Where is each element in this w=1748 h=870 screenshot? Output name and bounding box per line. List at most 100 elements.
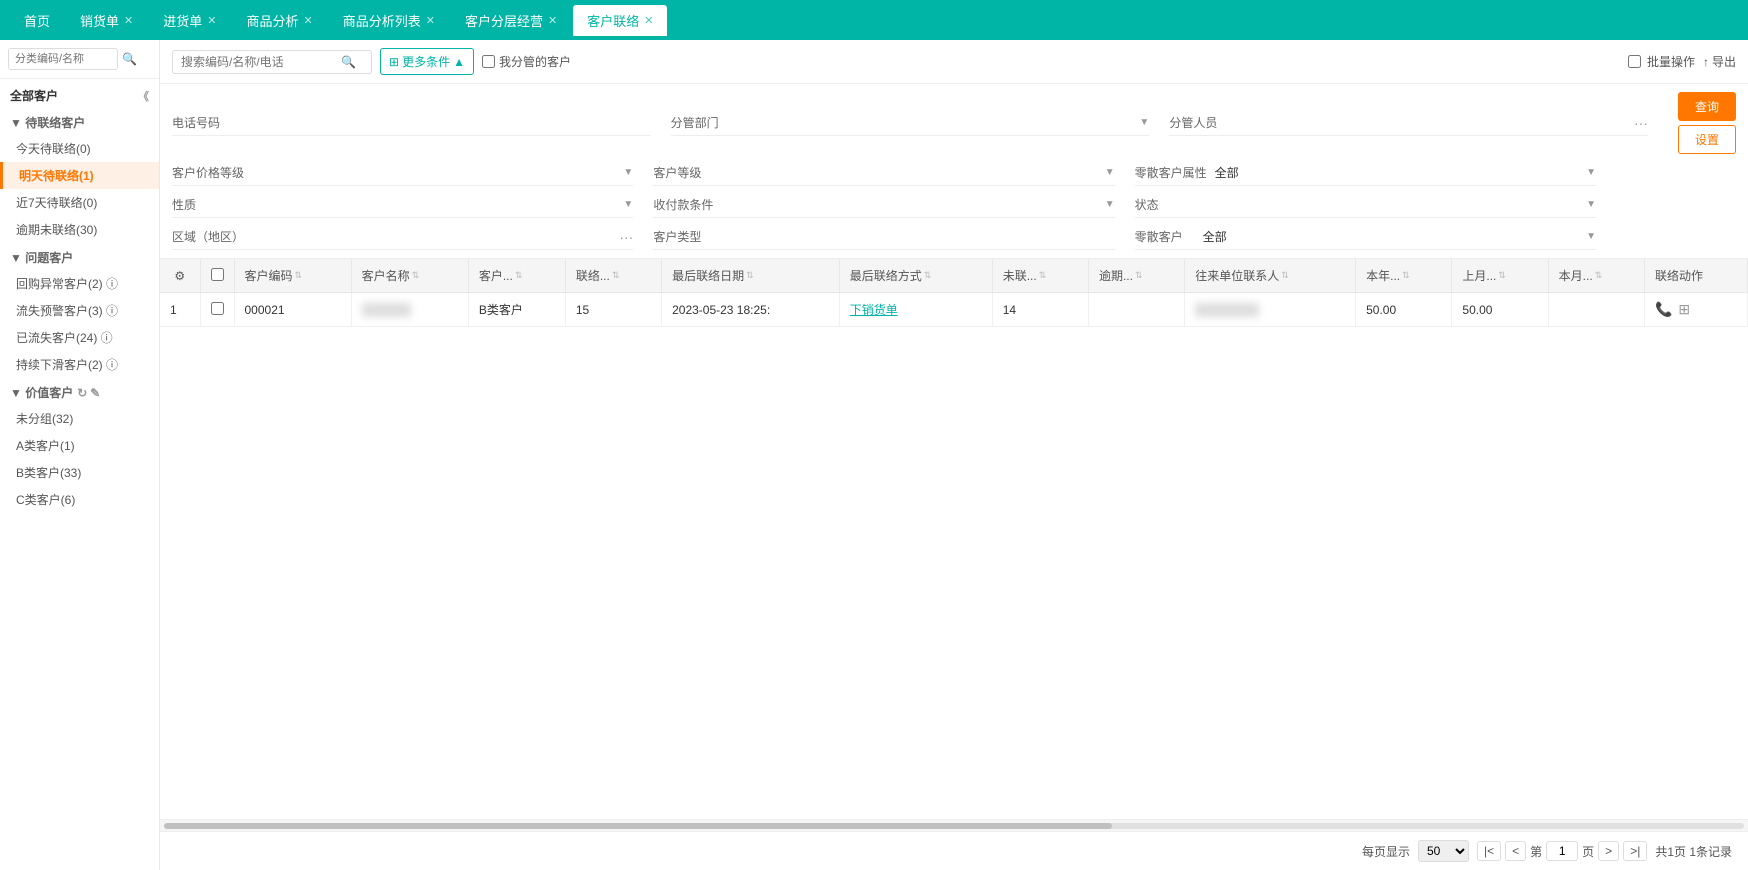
td-this-year: 50.00	[1356, 293, 1452, 327]
sidebar-item-ungrouped[interactable]: 未分组(32)	[0, 405, 159, 432]
sidebar-all-customers[interactable]: 全部客户 《	[0, 79, 159, 108]
prev-page-button[interactable]: <	[1505, 841, 1526, 861]
filter-manager-select[interactable]: ···	[1237, 115, 1648, 131]
filter-row-3: 性质 ▼ 收付款条件 ▼ 状态	[172, 192, 1736, 218]
th-this-year: 本年...⇅	[1356, 259, 1452, 293]
refresh-icon[interactable]: ↻	[77, 386, 87, 400]
nav-close-sales-order[interactable]: ✕	[124, 14, 133, 27]
search-input[interactable]	[181, 55, 341, 69]
sidebar-item-class-b[interactable]: B类客户(33)	[0, 459, 159, 486]
my-customers-checkbox-label[interactable]: 我分管的客户	[482, 53, 571, 70]
nav-sales-order[interactable]: 销货单 ✕	[66, 5, 147, 36]
td-last-method: 下销货单	[839, 293, 992, 327]
batch-operation-button[interactable]: 批量操作	[1628, 53, 1695, 70]
sidebar-search-input[interactable]	[8, 48, 118, 70]
filter-customer-level: 客户等级 ▼	[653, 160, 1114, 186]
sidebar-item-overdue-contact[interactable]: 逾期未联络(30)	[0, 216, 159, 243]
retail-attr-chevron-icon: ▼	[1586, 167, 1596, 178]
pagination-nav: |< < 第 页 > >|	[1477, 841, 1647, 861]
export-icon: ↑	[1703, 55, 1709, 69]
per-page-label: 每页显示	[1362, 843, 1410, 860]
sidebar-item-churned[interactable]: 已流失客户(24) ⓘ	[0, 324, 159, 351]
first-page-button[interactable]: |<	[1477, 841, 1501, 861]
filter-manager: 分管人员 ···	[1169, 110, 1648, 136]
td-check[interactable]	[200, 293, 234, 327]
filter-price-level-select[interactable]: ▼	[252, 167, 633, 178]
select-all-checkbox[interactable]	[211, 268, 224, 281]
filter-customer-level-select[interactable]: ▼	[721, 167, 1114, 178]
td-contact-count: 15	[565, 293, 661, 327]
filter-region-select[interactable]: ···	[252, 229, 633, 245]
nav-product-analysis-list[interactable]: 商品分析列表 ✕	[329, 5, 449, 36]
filter-retail-attr-select[interactable]: 全部 ▼	[1215, 164, 1596, 181]
sidebar-item-class-c[interactable]: C类客户(6)	[0, 486, 159, 513]
th-this-month: 本月...⇅	[1548, 259, 1644, 293]
export-button[interactable]: ↑ 导出	[1703, 53, 1736, 70]
td-code: 000021	[234, 293, 351, 327]
row-checkbox[interactable]	[211, 302, 224, 315]
nav-close-customer-segmentation[interactable]: ✕	[548, 14, 557, 27]
td-actions: 📞 ⊞	[1644, 293, 1747, 327]
sidebar-item-today-contact[interactable]: 今天待联络(0)	[0, 135, 159, 162]
action-phone-icon[interactable]: 📞	[1655, 301, 1672, 318]
edit-icon[interactable]: ✎	[90, 386, 100, 400]
price-level-chevron-icon: ▼	[623, 167, 633, 178]
nav-product-analysis[interactable]: 商品分析 ✕	[232, 5, 326, 36]
filter-retail-customer-select[interactable]: 全部 ▼	[1203, 228, 1596, 245]
filter-nature: 性质 ▼	[172, 192, 633, 218]
toolbar: 🔍 ⊞ 更多条件 ▲ 我分管的客户 批量操作 ↑ 导出	[160, 40, 1748, 84]
th-unit-contact: 往来单位联系人⇅	[1185, 259, 1356, 293]
sort-icon-name: ⇅	[412, 270, 420, 281]
filter-query-button[interactable]: 查询	[1678, 92, 1736, 121]
filter-status-select[interactable]: ▼	[1203, 199, 1596, 210]
last-page-button[interactable]: >|	[1623, 841, 1647, 861]
my-customers-checkbox[interactable]	[482, 55, 495, 68]
sidebar-item-declining[interactable]: 持续下滑客户(2) ⓘ	[0, 351, 159, 378]
manager-dots-icon[interactable]: ···	[1634, 115, 1648, 131]
search-icon[interactable]: 🔍	[341, 55, 356, 69]
region-dots-icon[interactable]: ···	[619, 229, 633, 245]
nav-purchase-order[interactable]: 进货单 ✕	[149, 5, 230, 36]
sidebar-item-abnormal-repurchase[interactable]: 回购异常客户(2) ⓘ	[0, 270, 159, 297]
filter-phone-input[interactable]	[240, 116, 651, 130]
filter-phone: 电话号码	[172, 110, 651, 136]
filter-customer-type-input[interactable]	[721, 230, 1114, 244]
th-check[interactable]	[200, 259, 234, 293]
sidebar-item-7day-contact[interactable]: 近7天待联络(0)	[0, 189, 159, 216]
td-index: 1	[160, 293, 200, 327]
sidebar-item-churn-warning[interactable]: 流失预警客户(3) ⓘ	[0, 297, 159, 324]
filter-department-select[interactable]: ▼	[739, 117, 1150, 128]
more-filter-button[interactable]: ⊞ 更多条件 ▲	[380, 48, 474, 75]
filter-set-button[interactable]: 设置	[1678, 125, 1736, 154]
action-grid-icon[interactable]: ⊞	[1678, 301, 1690, 318]
batch-checkbox[interactable]	[1628, 55, 1641, 68]
nav-customer-segmentation[interactable]: 客户分层经营 ✕	[451, 5, 571, 36]
page-number-input[interactable]	[1546, 841, 1578, 861]
filter-chevron-icon: ▲	[453, 55, 465, 69]
next-page-button[interactable]: >	[1598, 841, 1619, 861]
filter-department: 分管部门 ▼	[671, 110, 1150, 136]
sort-icon-type: ⇅	[515, 270, 523, 281]
scrollbar-track[interactable]	[164, 823, 1744, 829]
sort-icon-contact: ⇅	[612, 270, 620, 281]
toolbar-right: 批量操作 ↑ 导出	[1628, 53, 1736, 70]
per-page-select[interactable]: 50 100 200	[1418, 840, 1469, 862]
nav-home[interactable]: 首页	[10, 5, 64, 36]
last-method-link[interactable]: 下销货单	[850, 303, 898, 317]
scrollbar-thumb[interactable]	[164, 823, 1112, 829]
sidebar-item-tomorrow-contact[interactable]: 明天待联络(1)	[0, 162, 159, 189]
horizontal-scrollbar[interactable]	[160, 819, 1748, 831]
nav-close-purchase-order[interactable]: ✕	[207, 14, 216, 27]
nav-close-customer-contact[interactable]: ✕	[644, 14, 653, 27]
filter-payment-terms-select[interactable]: ▼	[721, 199, 1114, 210]
th-overdue: 逾期...⇅	[1088, 259, 1184, 293]
td-unit-contact	[1185, 293, 1356, 327]
th-settings[interactable]: ⚙	[160, 259, 200, 293]
filter-nature-select[interactable]: ▼	[240, 199, 633, 210]
nav-close-product-analysis[interactable]: ✕	[304, 14, 313, 27]
sidebar-item-class-a[interactable]: A类客户(1)	[0, 432, 159, 459]
sidebar-search-icon[interactable]: 🔍	[122, 52, 137, 66]
nav-close-product-analysis-list[interactable]: ✕	[426, 14, 435, 27]
th-last-contact-method: 最后联络方式⇅	[839, 259, 992, 293]
nav-customer-contact[interactable]: 客户联络 ✕	[573, 5, 667, 36]
